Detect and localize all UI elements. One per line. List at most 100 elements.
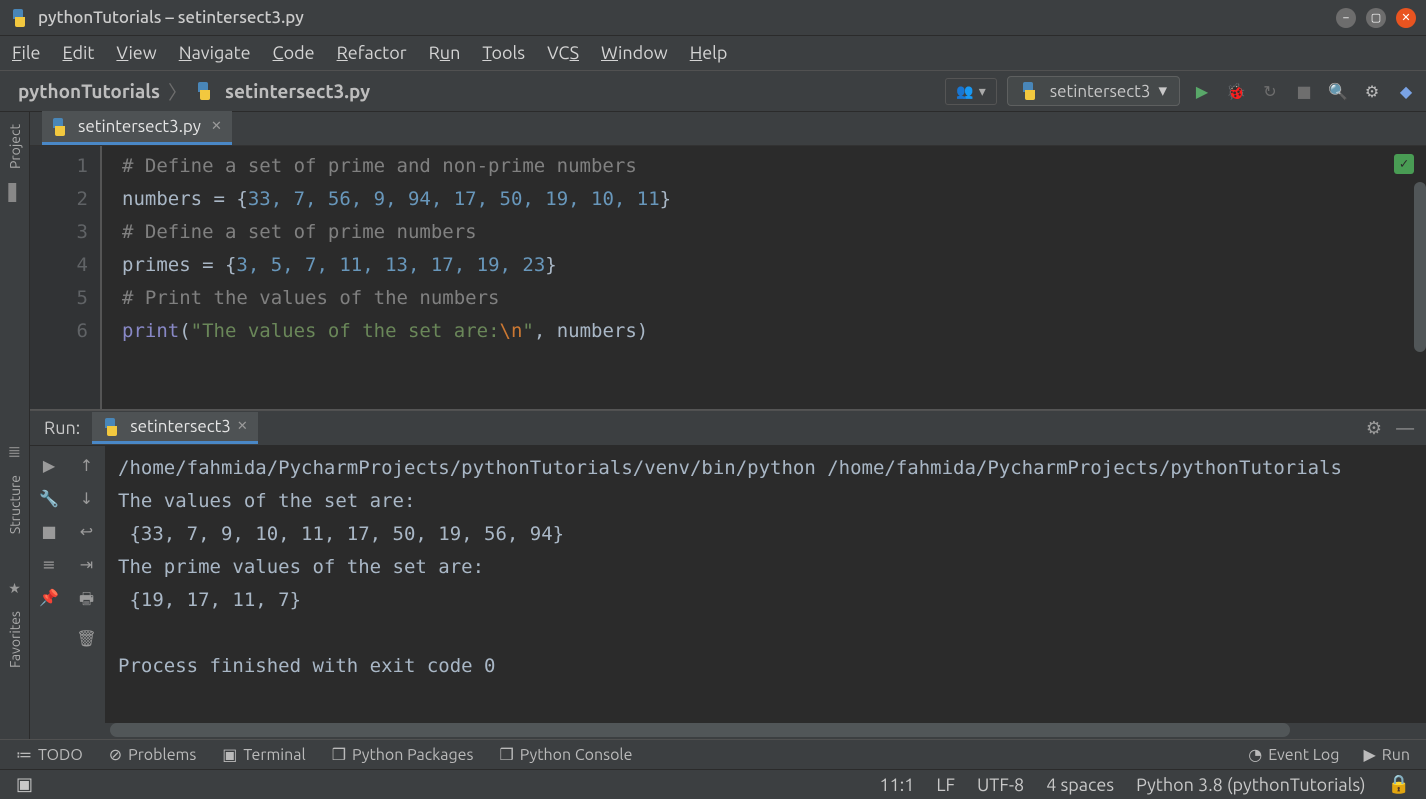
search-everywhere-icon[interactable]: ◆ bbox=[1394, 79, 1418, 103]
lock-icon[interactable]: 🔒 bbox=[1388, 774, 1410, 795]
close-tab-icon[interactable]: ✕ bbox=[237, 419, 248, 434]
warning-icon: ⊘ bbox=[109, 745, 122, 764]
console-output[interactable]: /home/fahmida/PycharmProjects/pythonTuto… bbox=[106, 446, 1426, 723]
menu-tools[interactable]: Tools bbox=[482, 43, 525, 63]
project-tool-button[interactable]: Project bbox=[7, 118, 23, 175]
run-panel: Run: setintersect3 ✕ ⚙ — ▶ 🔧 ■ ≡ 📌 bbox=[30, 409, 1426, 739]
add-config-dropdown[interactable]: 👥 ▾ bbox=[945, 78, 996, 105]
inspection-ok-icon[interactable]: ✓ bbox=[1394, 154, 1414, 174]
run-tab-label: setintersect3 bbox=[130, 417, 231, 436]
close-tab-icon[interactable]: ✕ bbox=[211, 119, 222, 134]
menu-vcs[interactable]: VCS bbox=[547, 43, 579, 63]
list-icon: ≔ bbox=[16, 745, 32, 764]
rerun-icon[interactable]: ▶ bbox=[43, 456, 55, 475]
code-editor[interactable]: 1 2 3 4 5 6 # Define a set of prime and … bbox=[30, 146, 1426, 409]
menu-code[interactable]: Code bbox=[273, 43, 315, 63]
line-gutter: 1 2 3 4 5 6 bbox=[30, 146, 100, 409]
run-toolbar-right: ↑ ↓ ↩ ⇥ 🖶 🗑 bbox=[68, 446, 106, 723]
down-icon[interactable]: ↓ bbox=[80, 489, 93, 508]
packages-icon: ❒ bbox=[332, 745, 346, 764]
todo-tool[interactable]: ≔TODO bbox=[16, 745, 83, 764]
wrench-icon[interactable]: 🔧 bbox=[39, 489, 59, 508]
menu-run[interactable]: Run bbox=[429, 43, 461, 63]
favorites-tool-button[interactable]: Favorites bbox=[7, 605, 23, 674]
breadcrumb-separator: 〉 bbox=[168, 78, 187, 105]
log-icon: ◔ bbox=[1248, 745, 1262, 764]
editor-tab-label: setintersect3.py bbox=[78, 117, 201, 136]
app-icon bbox=[10, 9, 28, 27]
up-icon[interactable]: ↑ bbox=[80, 456, 93, 475]
title-bar: pythonTutorials – setintersect3.py – ▢ ✕ bbox=[0, 0, 1426, 36]
maximize-button[interactable]: ▢ bbox=[1366, 8, 1386, 28]
indent[interactable]: 4 spaces bbox=[1046, 775, 1114, 795]
nav-bar: pythonTutorials 〉 setintersect3.py 👥 ▾ s… bbox=[0, 70, 1426, 112]
python-file-icon bbox=[1020, 82, 1038, 100]
problems-tool[interactable]: ⊘Problems bbox=[109, 745, 197, 764]
stop-icon[interactable]: ■ bbox=[41, 522, 56, 541]
star-icon: ★ bbox=[8, 580, 21, 597]
breadcrumb-root[interactable]: pythonTutorials bbox=[18, 80, 160, 102]
folder-icon[interactable]: ▋ bbox=[8, 183, 20, 202]
menu-navigate[interactable]: Navigate bbox=[179, 43, 251, 63]
code-content[interactable]: # Define a set of prime and non-prime nu… bbox=[100, 146, 1426, 409]
menu-window[interactable]: Window bbox=[601, 43, 668, 63]
soft-wrap-icon[interactable]: ↩ bbox=[80, 522, 93, 541]
coverage-button[interactable]: ↻ bbox=[1258, 79, 1282, 103]
vertical-scrollbar[interactable] bbox=[1414, 182, 1426, 352]
tool-window-icon[interactable]: ▣ bbox=[16, 774, 33, 795]
run-settings-icon[interactable]: ⚙ bbox=[1366, 418, 1382, 439]
run-panel-label: Run: bbox=[44, 418, 80, 438]
search-icon[interactable]: 🔍 bbox=[1326, 79, 1350, 103]
layout-icon[interactable]: ≡ bbox=[42, 555, 55, 574]
run-icon: ▶ bbox=[1363, 745, 1375, 764]
run-tool[interactable]: ▶Run bbox=[1363, 745, 1410, 764]
run-toolbar-left: ▶ 🔧 ■ ≡ 📌 bbox=[30, 446, 68, 723]
line-ending[interactable]: LF bbox=[936, 775, 955, 795]
run-tab[interactable]: setintersect3 ✕ bbox=[92, 412, 258, 444]
settings-icon[interactable]: ⚙ bbox=[1360, 79, 1384, 103]
chevron-down-icon: ▾ bbox=[1158, 81, 1167, 101]
run-config-name: setintersect3 bbox=[1050, 82, 1151, 101]
editor-tabs: setintersect3.py ✕ bbox=[30, 112, 1426, 146]
terminal-icon: ▣ bbox=[222, 745, 237, 764]
run-config-selector[interactable]: setintersect3 ▾ bbox=[1007, 76, 1180, 106]
chevron-down-icon: ▾ bbox=[979, 83, 986, 100]
encoding[interactable]: UTF-8 bbox=[977, 775, 1024, 795]
interpreter[interactable]: Python 3.8 (pythonTutorials) bbox=[1136, 775, 1365, 795]
python-file-icon bbox=[195, 82, 213, 100]
structure-icon: ≣ bbox=[8, 442, 21, 461]
horizontal-scrollbar[interactable] bbox=[110, 723, 1290, 737]
run-button[interactable]: ▶ bbox=[1190, 79, 1214, 103]
menu-file[interactable]: File bbox=[12, 43, 41, 63]
editor-tab[interactable]: setintersect3.py ✕ bbox=[42, 111, 232, 145]
menu-help[interactable]: Help bbox=[690, 43, 728, 63]
menu-refactor[interactable]: Refactor bbox=[337, 43, 407, 63]
window-title: pythonTutorials – setintersect3.py bbox=[32, 8, 1336, 27]
minimize-button[interactable]: – bbox=[1336, 8, 1356, 28]
menu-edit[interactable]: Edit bbox=[63, 43, 95, 63]
console-icon: ❒ bbox=[499, 745, 513, 764]
print-icon[interactable]: 🖶 bbox=[79, 588, 94, 615]
breadcrumb[interactable]: pythonTutorials 〉 setintersect3.py bbox=[18, 78, 370, 105]
trash-icon[interactable]: 🗑 bbox=[76, 629, 96, 648]
menu-bar: File Edit View Navigate Code Refactor Ru… bbox=[0, 36, 1426, 70]
pin-icon[interactable]: 📌 bbox=[39, 588, 59, 607]
scroll-end-icon[interactable]: ⇥ bbox=[80, 555, 93, 574]
event-log-tool[interactable]: ◔Event Log bbox=[1248, 745, 1339, 764]
bottom-tool-bar: ≔TODO ⊘Problems ▣Terminal ❒Python Packag… bbox=[0, 739, 1426, 769]
minimize-panel-icon[interactable]: — bbox=[1396, 418, 1414, 439]
status-bar: ▣ 11:1 LF UTF-8 4 spaces Python 3.8 (pyt… bbox=[0, 769, 1426, 799]
packages-tool[interactable]: ❒Python Packages bbox=[332, 745, 474, 764]
left-tool-strip: Project ▋ ≣ Structure ★ Favorites bbox=[0, 112, 30, 739]
python-file-icon bbox=[50, 118, 68, 136]
terminal-tool[interactable]: ▣Terminal bbox=[222, 745, 305, 764]
structure-tool-button[interactable]: Structure bbox=[7, 469, 23, 540]
python-file-icon bbox=[102, 418, 120, 436]
breadcrumb-file[interactable]: setintersect3.py bbox=[225, 80, 370, 102]
debug-button[interactable]: 🐞 bbox=[1224, 79, 1248, 103]
python-console-tool[interactable]: ❒Python Console bbox=[499, 745, 632, 764]
caret-position[interactable]: 11:1 bbox=[879, 775, 914, 795]
stop-button[interactable]: ■ bbox=[1292, 79, 1316, 103]
close-button[interactable]: ✕ bbox=[1396, 8, 1416, 28]
menu-view[interactable]: View bbox=[116, 43, 156, 63]
